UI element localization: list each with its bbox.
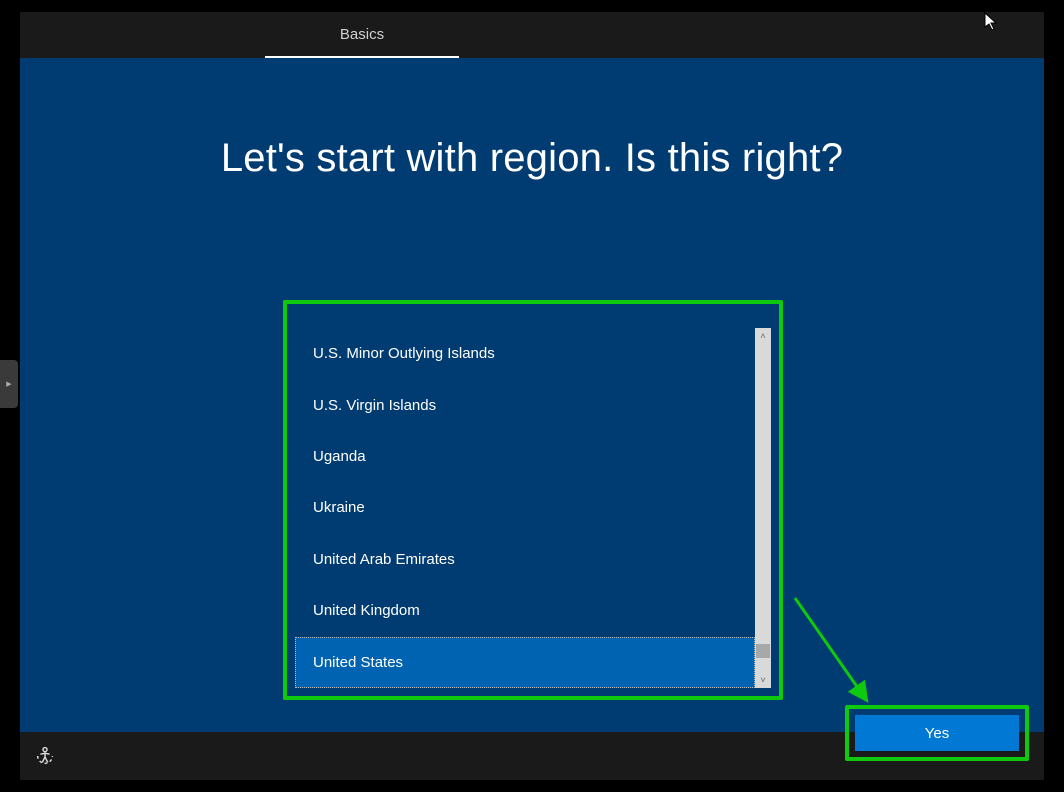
content-area: Let's start with region. Is this right? … — [20, 58, 1044, 732]
region-item[interactable]: United Arab Emirates — [295, 534, 755, 585]
page-title: Let's start with region. Is this right? — [221, 136, 843, 181]
region-item[interactable]: United States — [295, 637, 755, 688]
accessibility-icon[interactable] — [34, 745, 56, 767]
yes-button-label: Yes — [925, 725, 949, 742]
handle-grip: ▶ — [4, 368, 14, 400]
region-item-label: U.S. Virgin Islands — [313, 397, 436, 414]
region-item[interactable]: United Kingdom — [295, 585, 755, 636]
region-item-label: Uganda — [313, 448, 366, 465]
chevron-down-icon: ˅ — [760, 675, 765, 685]
annotation-arrow — [785, 588, 885, 718]
window-frame: Basics Let's start with region. Is this … — [20, 12, 1044, 780]
region-item-label: U.S. Minor Outlying Islands — [313, 345, 495, 362]
tab-basics[interactable]: Basics — [265, 12, 459, 58]
region-item[interactable]: U.S. Minor Outlying Islands — [295, 328, 755, 379]
tab-bar: Basics — [20, 12, 1044, 58]
scroll-thumb[interactable] — [756, 644, 770, 658]
region-item-label: Ukraine — [313, 499, 365, 516]
region-item-label: United Kingdom — [313, 602, 420, 619]
region-item[interactable]: Uganda — [295, 431, 755, 482]
region-item[interactable]: U.S. Virgin Islands — [295, 379, 755, 430]
region-item-label: United States — [313, 654, 403, 671]
region-item[interactable]: Ukraine — [295, 482, 755, 533]
chevron-up-icon: ˄ — [760, 331, 765, 341]
chevron-right-icon: ▶ — [6, 380, 11, 388]
scroll-up-button[interactable]: ˄ — [755, 328, 771, 344]
region-item-label: United Arab Emirates — [313, 551, 455, 568]
region-list[interactable]: U.S. Minor Outlying Islands U.S. Virgin I… — [295, 328, 755, 688]
scrollbar[interactable]: ˄ ˅ — [755, 328, 771, 688]
scroll-down-button[interactable]: ˅ — [755, 672, 771, 688]
tab-label: Basics — [340, 26, 384, 43]
region-list-container: U.S. Minor Outlying Islands U.S. Virgin I… — [295, 328, 771, 688]
yes-button[interactable]: Yes — [855, 715, 1019, 751]
vm-toolbar-handle[interactable]: ▶ — [0, 360, 18, 408]
